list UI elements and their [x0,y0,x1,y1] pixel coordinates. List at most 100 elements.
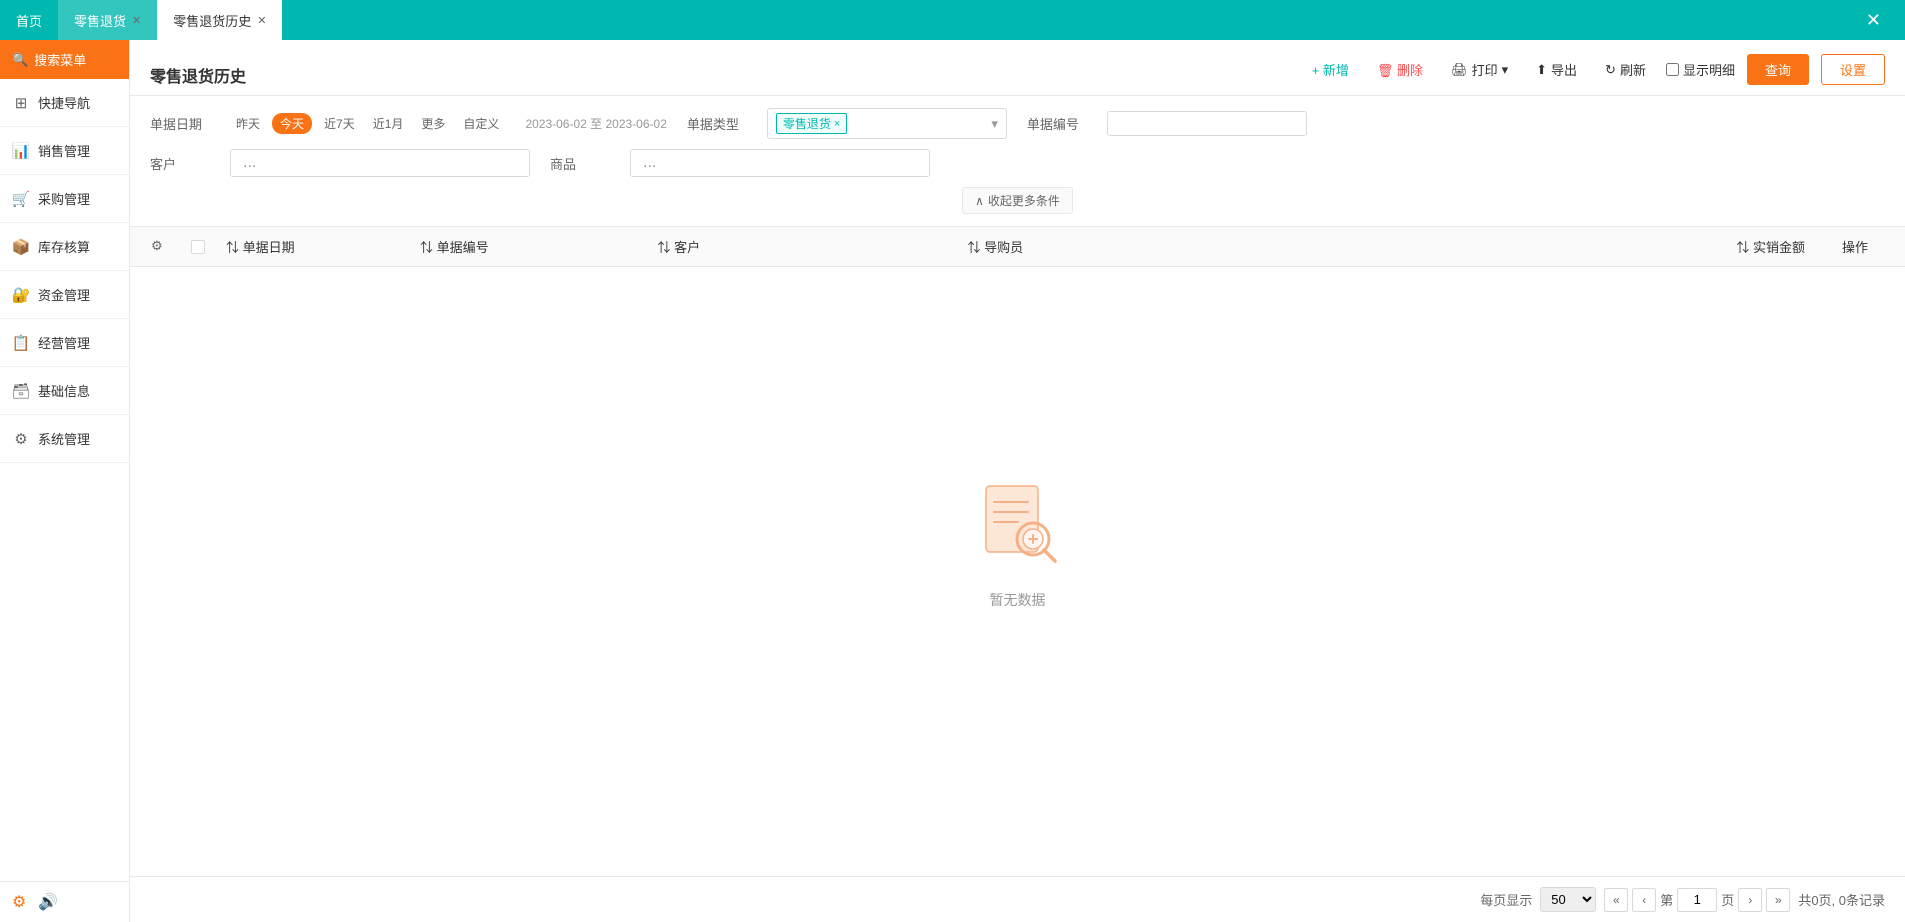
doc-type-tag-remove[interactable]: × [834,118,840,130]
empty-state: 暂无数据 [130,267,1905,876]
doc-type-tag: 零售退货 × [776,113,847,134]
refresh-button[interactable]: ↻ 刷新 [1597,56,1654,83]
tab-retail-return-history-close[interactable]: ✕ [257,14,266,27]
window-close-btn[interactable]: ✕ [1858,10,1889,31]
table-header-row: ⚙ ⇅ 单据日期 ⇅ 单据编号 ⇅ 客户 ⇅ 导购员 [130,227,1905,267]
th-action: 操作 [1815,237,1895,256]
tab-retail-return-label: 零售退货 [74,11,126,30]
content-area: 零售退货历史 + 新增 🗑 删除 🖨 打印 ▾ ⬆ 导出 ↻ 刷新 [130,40,1905,922]
sales-mgmt-icon: 📊 [12,142,30,160]
empty-illustration [968,474,1068,574]
first-page-btn[interactable]: « [1604,888,1628,912]
sidebar-item-purchase-mgmt[interactable]: 🛒 采购管理 [0,175,129,223]
sidebar-item-label: 经营管理 [38,333,90,352]
date-btn-yesterday[interactable]: 昨天 [230,113,266,134]
collapse-label: 收起更多条件 [988,192,1060,209]
sidebar-item-sales-mgmt[interactable]: 📊 销售管理 [0,127,129,175]
customer-filter-label: 客户 [150,154,210,173]
customer-select[interactable]: ... [230,149,530,177]
doc-no-input[interactable] [1107,111,1307,136]
tab-retail-return[interactable]: 零售退货 ✕ [58,0,157,40]
print-icon: 🖨 [1451,62,1468,78]
display-detail-input[interactable] [1666,63,1679,76]
data-table: ⚙ ⇅ 单据日期 ⇅ 单据编号 ⇅ 客户 ⇅ 导购员 [130,227,1905,876]
page-unit: 页 [1721,890,1734,909]
doc-type-label: 单据类型 [687,114,747,133]
query-button[interactable]: 查询 [1747,54,1809,85]
search-menu-btn[interactable]: 🔍 搜索菜单 [0,40,129,79]
select-all-checkbox[interactable] [191,240,205,254]
inventory-icon: 📦 [12,238,30,256]
sidebar-item-inventory[interactable]: 📦 库存核算 [0,223,129,271]
doc-type-chevron-icon: ▾ [991,116,998,132]
date-btn-1month[interactable]: 近1月 [367,113,410,134]
volume-icon[interactable]: 🔊 [38,892,58,912]
sidebar-bottom: ⚙ 🔊 [0,881,129,922]
page-number-input[interactable] [1677,888,1717,912]
refresh-icon: ↻ [1605,62,1616,78]
operation-icon: 📋 [12,334,30,352]
tab-home[interactable]: 首页 [0,0,58,40]
collapse-button[interactable]: ∧ 收起更多条件 [962,187,1073,214]
sidebar-item-basic-info[interactable]: 🗃 基础信息 [0,367,129,415]
export-icon: ⬆ [1536,62,1547,78]
date-filters: 昨天 今天 近7天 近1月 更多 自定义 [230,113,505,134]
set-button[interactable]: 设置 [1821,54,1885,85]
export-button[interactable]: ⬆ 导出 [1528,56,1585,83]
per-page-select[interactable]: 50 10 20 100 [1540,887,1596,912]
display-detail-checkbox[interactable]: 显示明细 [1666,60,1735,79]
settings-gear-icon[interactable]: ⚙ [12,892,26,912]
date-range-display: 2023-06-02 至 2023-06-02 [525,115,666,132]
th-customer-label: ⇅ 客户 [658,237,701,256]
filter-area: 单据日期 昨天 今天 近7天 近1月 更多 自定义 2023-06-02 至 2… [130,96,1905,227]
th-date[interactable]: ⇅ 单据日期 [216,237,410,256]
goods-filter-label: 商品 [550,154,610,173]
column-settings-icon[interactable]: ⚙ [151,238,169,256]
tab-home-label: 首页 [16,11,42,30]
th-date-label: ⇅ 单据日期 [226,237,295,256]
per-page-label: 每页显示 [1480,890,1532,909]
page-title: 零售退货历史 [150,63,246,87]
tab-retail-return-close[interactable]: ✕ [132,14,141,27]
finance-icon: 🔐 [12,286,30,304]
goods-select[interactable]: ... [630,149,930,177]
tab-retail-return-history[interactable]: 零售退货历史 ✕ [157,0,282,40]
th-amount[interactable]: ⇅ 实销金额 [1650,237,1815,256]
sidebar-item-sys-mgmt[interactable]: ⚙ 系统管理 [0,415,129,463]
collapse-row: ∧ 收起更多条件 [150,187,1885,214]
page-nav: « ‹ 第 页 › » [1604,888,1790,912]
sidebar-item-quick-nav[interactable]: ⊞ 快捷导航 [0,79,129,127]
doc-type-select[interactable]: 零售退货 × ▾ [767,108,1007,139]
th-amount-label: ⇅ 实销金额 [1736,237,1805,256]
new-button[interactable]: + 新增 [1304,56,1357,83]
sidebar-item-operation[interactable]: 📋 经营管理 [0,319,129,367]
date-btn-custom[interactable]: 自定义 [457,113,505,134]
th-guide-label: ⇅ 导购员 [968,237,1024,256]
date-btn-7days[interactable]: 近7天 [318,113,361,134]
filter-row-2: 客户 ... 商品 ... [150,149,1885,177]
tab-retail-return-history-label: 零售退货历史 [173,11,251,30]
th-settings: ⚙ [140,238,180,256]
th-no[interactable]: ⇅ 单据编号 [410,237,648,256]
th-guide[interactable]: ⇅ 导购员 [958,237,1196,256]
prev-page-btn[interactable]: ‹ [1632,888,1656,912]
date-btn-more[interactable]: 更多 [415,113,451,134]
export-label: 导出 [1551,60,1577,79]
empty-text: 暂无数据 [990,590,1046,610]
print-chevron-icon: ▾ [1502,62,1509,78]
sidebar-item-finance[interactable]: 🔐 资金管理 [0,271,129,319]
filter-row-1: 单据日期 昨天 今天 近7天 近1月 更多 自定义 2023-06-02 至 2… [150,108,1885,139]
last-page-btn[interactable]: » [1766,888,1790,912]
search-menu-label: 搜索菜单 [34,50,86,69]
page-label: 第 [1660,890,1673,909]
quick-nav-icon: ⊞ [12,94,30,112]
main-layout: 🔍 搜索菜单 ⊞ 快捷导航 📊 销售管理 🛒 采购管理 📦 库存核算 🔐 资金管… [0,40,1905,922]
basic-info-icon: 🗃 [12,382,30,400]
date-btn-today[interactable]: 今天 [272,113,312,134]
display-detail-label: 显示明细 [1683,60,1735,79]
delete-button[interactable]: 🗑 删除 [1369,56,1431,83]
customer-dots: ... [243,154,256,172]
th-customer[interactable]: ⇅ 客户 [648,237,958,256]
next-page-btn[interactable]: › [1738,888,1762,912]
print-button[interactable]: 🖨 打印 ▾ [1443,56,1516,83]
